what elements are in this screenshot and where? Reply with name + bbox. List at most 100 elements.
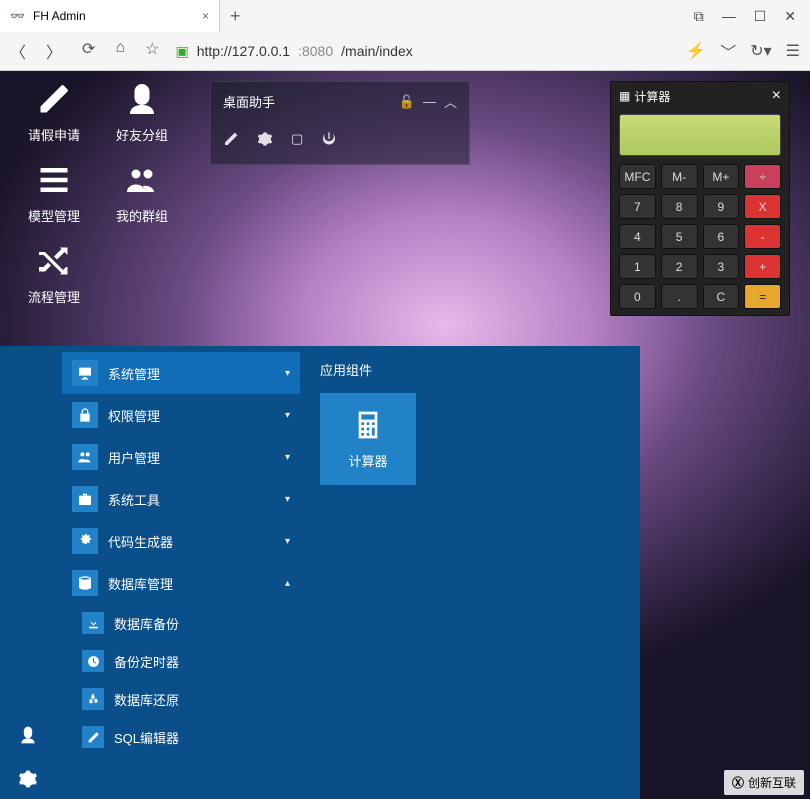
chevron-icon: ▾	[285, 368, 290, 379]
calc-key-C[interactable]: C	[703, 284, 740, 309]
home-icon[interactable]: ⌂	[115, 39, 125, 63]
menu-item-label: 系统管理	[108, 364, 275, 383]
minimize-icon[interactable]: —	[722, 8, 736, 25]
url-port: :8080	[298, 43, 333, 59]
bolt-icon[interactable]: ⚡	[686, 41, 706, 61]
reload-icon[interactable]: ⟳	[82, 39, 95, 63]
minus-icon[interactable]: —	[423, 94, 436, 109]
calc-key-4[interactable]: 4	[619, 224, 656, 249]
browser-tab[interactable]: 👓 FH Admin ×	[0, 0, 220, 32]
desktop-icon-label: 好友分组	[116, 125, 168, 144]
calc-key-8[interactable]: 8	[661, 194, 698, 219]
desktop-icon-friend-group[interactable]: 好友分组	[98, 81, 186, 144]
submenu-item-label: 备份定时器	[114, 652, 179, 671]
back-icon[interactable]: 〈	[10, 39, 26, 63]
edit-icon	[82, 726, 104, 748]
calculator-widget: ▦ 计算器 × MFCM-M+÷789X456-123+0.C=	[610, 81, 790, 316]
close-icon[interactable]: ×	[772, 87, 781, 105]
calc-key--[interactable]: -	[744, 224, 781, 249]
calc-key-.[interactable]: .	[661, 284, 698, 309]
square-icon[interactable]: ▢	[291, 131, 303, 150]
new-tab-button[interactable]: +	[220, 6, 251, 27]
chevron-icon: ▾	[285, 536, 290, 547]
apps-header: 应用组件	[320, 360, 416, 379]
desktop-icon-flow-manage[interactable]: 流程管理	[10, 243, 98, 306]
download-icon	[82, 612, 104, 634]
restore-icon[interactable]: ⧉	[694, 8, 704, 25]
menu-item-database[interactable]: 数据库管理▴	[62, 562, 300, 604]
gear-icon[interactable]	[257, 131, 273, 150]
calc-key-6[interactable]: 6	[703, 224, 740, 249]
calculator-keypad: MFCM-M+÷ 789X 456- 123+0.C=	[611, 164, 789, 309]
maximize-icon[interactable]: ☐	[754, 8, 767, 25]
desktop-icon-label: 流程管理	[28, 287, 80, 306]
start-menu: 系统管理▾权限管理▾用户管理▾系统工具▾代码生成器▾数据库管理▴数据库备份备份定…	[0, 346, 640, 799]
menu-item-cogs[interactable]: 代码生成器 ▾	[62, 520, 300, 562]
desktop-icon-label: 请假申请	[28, 125, 80, 144]
lock-icon	[72, 402, 98, 428]
assistant-title: 桌面助手	[223, 92, 391, 111]
start-apps-panel: 应用组件 计算器	[306, 346, 430, 799]
menu-icon[interactable]: ☰	[786, 41, 800, 61]
monitor-icon	[72, 360, 98, 386]
calc-key-1[interactable]: 1	[619, 254, 656, 279]
app-tile-calculator[interactable]: 计算器	[320, 393, 416, 485]
calc-key-+[interactable]: +	[744, 254, 781, 279]
calc-key-M-[interactable]: M-	[661, 164, 698, 189]
desktop-icon-grid: 请假申请 好友分组模型管理 我的群组流程管理	[10, 81, 186, 306]
menu-item-lock[interactable]: 权限管理▾	[62, 394, 300, 436]
close-icon[interactable]: ×	[202, 9, 209, 23]
menu-item-users[interactable]: 用户管理▾	[62, 436, 300, 478]
chevron-icon: ▾	[285, 494, 290, 505]
forward-icon[interactable]: 〉	[46, 39, 62, 63]
menu-item-label: 数据库管理	[108, 574, 275, 593]
menu-item-label: 权限管理	[108, 406, 275, 425]
desktop-icon-model-manage[interactable]: 模型管理	[10, 162, 98, 225]
power-icon[interactable]	[321, 131, 337, 150]
close-window-icon[interactable]: ✕	[784, 8, 796, 25]
submenu-item-download[interactable]: 数据库备份	[62, 604, 300, 642]
calc-key-=[interactable]: =	[744, 284, 781, 309]
app-tile-label: 计算器	[348, 451, 387, 470]
submenu-item-label: 数据库还原	[114, 690, 179, 709]
calc-key-3[interactable]: 3	[703, 254, 740, 279]
menu-item-label: 代码生成器	[108, 532, 275, 551]
start-menu-list: 系统管理▾权限管理▾用户管理▾系统工具▾代码生成器▾数据库管理▴数据库备份备份定…	[56, 346, 306, 799]
menu-item-monitor[interactable]: 系统管理 ▾	[62, 352, 300, 394]
desktop-icon-leave-apply[interactable]: 请假申请	[10, 81, 98, 144]
desktop-icon-label: 模型管理	[28, 206, 80, 225]
calculator-display	[619, 114, 781, 156]
users-icon	[72, 444, 98, 470]
chevron-down-icon[interactable]: ﹀	[720, 39, 736, 63]
refresh-icon[interactable]: ↻▾	[750, 41, 771, 61]
browser-chrome: 👓 FH Admin × + ⧉ — ☐ ✕ 〈 〉 ⟳ ⌂ ☆ ▣ http:…	[0, 0, 810, 71]
chevron-up-icon[interactable]: ︿	[444, 92, 457, 111]
calc-key-÷[interactable]: ÷	[744, 164, 781, 189]
submenu-item-label: 数据库备份	[114, 614, 179, 633]
desktop-icon-my-groups[interactable]: 我的群组	[98, 162, 186, 225]
watermark: Ⓧ创新互联	[724, 770, 804, 795]
unlock-icon[interactable]: 🔓	[399, 94, 415, 110]
calc-key-5[interactable]: 5	[661, 224, 698, 249]
favorite-icon[interactable]: ☆	[145, 39, 159, 63]
edit-icon[interactable]	[223, 131, 239, 150]
window-icon: ▦	[619, 89, 630, 103]
submenu-item-recycle[interactable]: 数据库还原	[62, 680, 300, 718]
settings-icon[interactable]	[18, 769, 38, 789]
calc-key-9[interactable]: 9	[703, 194, 740, 219]
address-bar[interactable]: ▣ http://127.0.0.1:8080/main/index	[175, 43, 670, 60]
submenu-item-edit[interactable]: SQL编辑器	[62, 718, 300, 756]
menu-item-briefcase[interactable]: 系统工具▾	[62, 478, 300, 520]
calc-key-M+[interactable]: M+	[703, 164, 740, 189]
user-icon[interactable]	[18, 725, 38, 745]
submenu-item-clock[interactable]: 备份定时器	[62, 642, 300, 680]
tab-favicon: 👓	[10, 9, 25, 23]
calc-key-0[interactable]: 0	[619, 284, 656, 309]
calc-key-2[interactable]: 2	[661, 254, 698, 279]
desktop-icon-label: 我的群组	[116, 206, 168, 225]
calc-key-7[interactable]: 7	[619, 194, 656, 219]
calc-key-X[interactable]: X	[744, 194, 781, 219]
calc-key-MFC[interactable]: MFC	[619, 164, 656, 189]
url-host: http://127.0.0.1	[197, 43, 290, 59]
clock-icon	[82, 650, 104, 672]
